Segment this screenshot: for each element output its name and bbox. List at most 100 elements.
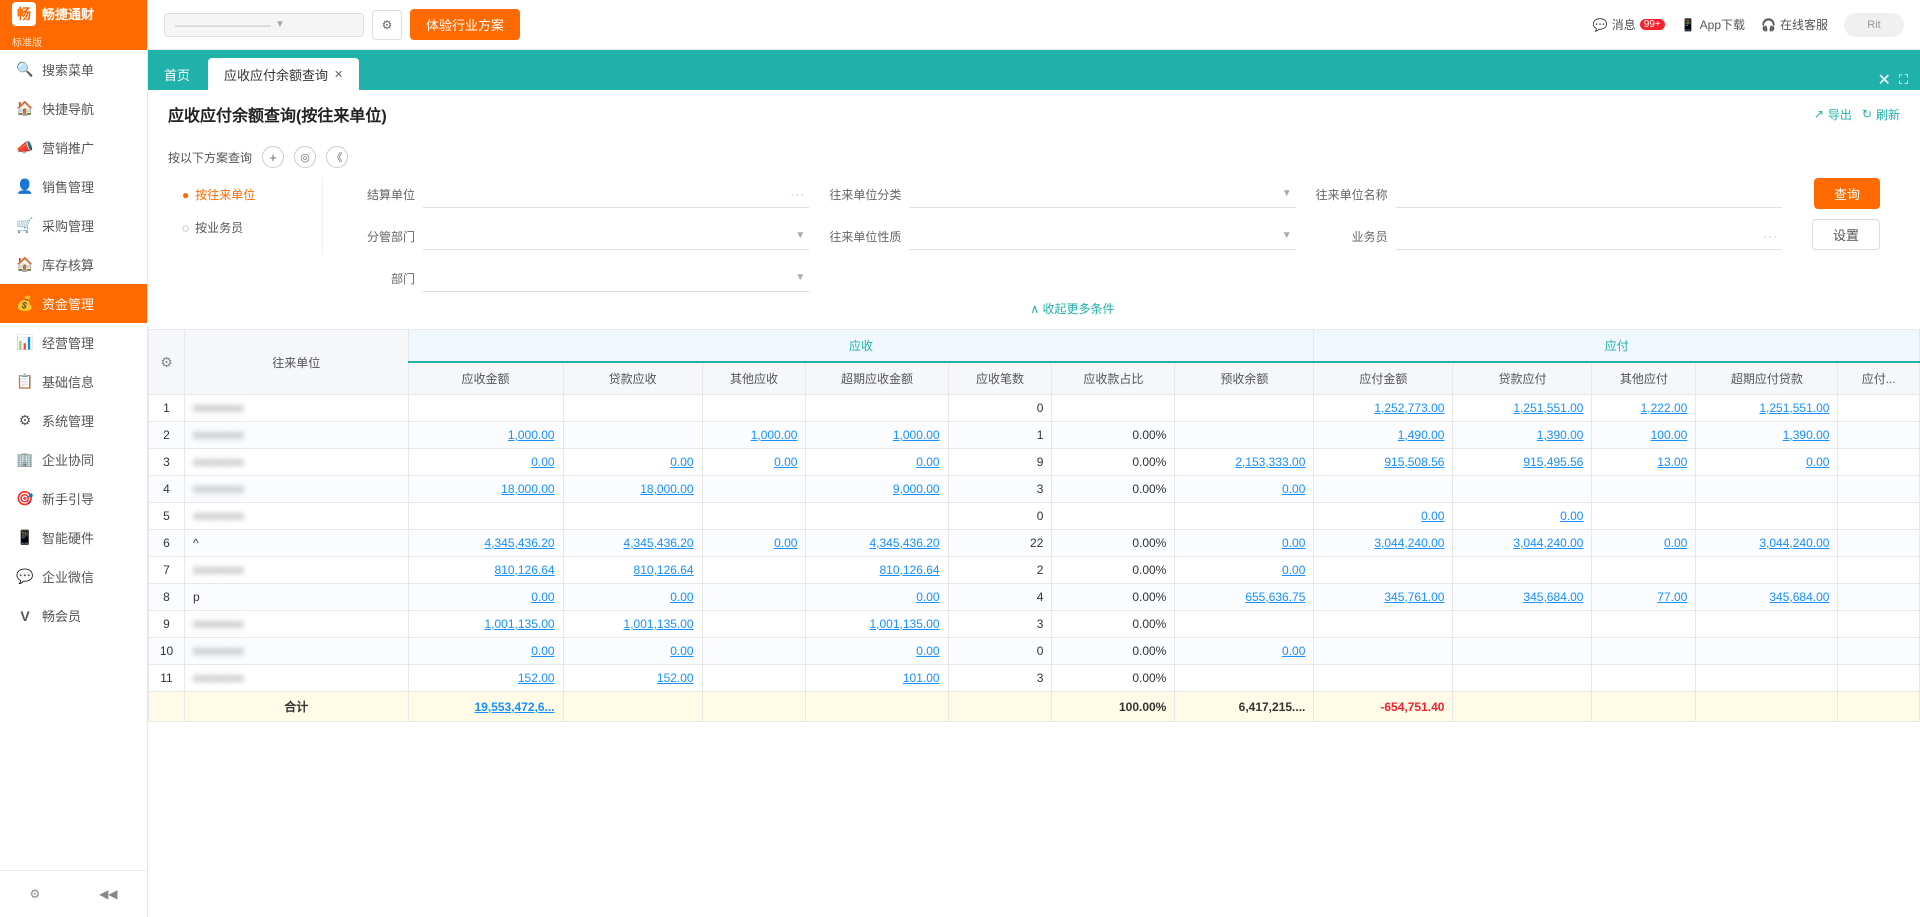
sidebar-item-capital[interactable]: 💰 资金管理 [0,284,147,323]
salesperson-label: 业务员 [1316,228,1396,245]
member-icon: V [16,608,34,624]
sidebar-item-wechat[interactable]: 💬 企业微信 [0,557,147,596]
chevron-down-icon: ▼ [1282,188,1292,199]
chevron-down-icon4: ▼ [795,272,805,283]
top-nav-left: ———————— ▼ ⚙ 体验行业方案 [164,9,1583,40]
add-scheme-button[interactable]: + [262,146,284,168]
export-button[interactable]: ↗ 导出 [1814,106,1852,123]
settings-col-header: ⚙ [149,330,185,395]
collapse-bar[interactable]: ∧ 收起更多条件 [343,294,1802,325]
table-group-header-row: ⚙ 往来单位 应收 应付 [149,330,1920,363]
nav-by-partner[interactable]: ● 按往来单位 [168,178,322,211]
total-prepay: 6,417,215.... [1175,692,1314,722]
sidebar-item-member[interactable]: V 畅会员 [0,596,147,635]
nav-by-partner-label: 按往来单位 [195,186,255,203]
top-navbar: ———————— ▼ ⚙ 体验行业方案 💬 消息 99+ 📱 App下载 🎧 [148,0,1920,50]
sidebar-item-system[interactable]: ⚙ 系统管理 [0,401,147,440]
partner-col-header: 往来单位 [185,330,409,395]
sidebar-label-operation: 经营管理 [42,333,94,352]
tab-query-label: 应收应付余额查询 [224,65,328,84]
filter-partner-name: 往来单位名称 [1316,178,1802,210]
tab-home[interactable]: 首页 [148,58,206,90]
collapse-icon: ◀◀ [99,887,117,901]
page-title: 应收应付余额查询(按往来单位) [168,102,387,126]
collapse-scheme-button[interactable]: 《 [326,146,348,168]
filter-scheme-row: 按以下方案查询 + ◎ 《 [168,146,1900,168]
tab-expand-icon[interactable]: ⛶ [1899,72,1908,88]
sidebar-item-purchase[interactable]: 🛒 采购管理 [0,206,147,245]
filter-dept: 部门 ▼ [343,262,829,294]
sidebar-item-inventory[interactable]: 🏠 库存核算 [0,245,147,284]
online-service-action[interactable]: 🎧 在线客服 [1761,16,1828,33]
sidebar-label-inventory: 库存核算 [42,255,94,274]
prepay-balance-header: 预收余额 [1175,362,1314,395]
tab-query[interactable]: 应收应付余额查询 ✕ [208,58,359,90]
partner-nature-input[interactable]: ▼ [909,222,1295,250]
sidebar-item-operation[interactable]: 📊 经营管理 [0,323,147,362]
basic-icon: 📋 [16,373,34,390]
nav-by-salesperson[interactable]: ◌ 按业务员 [168,211,322,244]
app-edition: 标准版 [12,34,42,49]
total-pay-amount: -654,751.40 [1314,692,1453,722]
nav-by-salesperson-label: 按业务员 [195,219,243,236]
app-name: 畅捷通财 [42,4,94,23]
partner-name-input[interactable] [1396,180,1782,208]
sidebar-item-search[interactable]: 🔍 搜索菜单 [0,50,147,89]
sidebar-label-system: 系统管理 [42,411,94,430]
total-label: 合计 [185,692,409,722]
chevron-down-icon3: ▼ [1282,230,1292,241]
download-icon: 📱 [1681,18,1696,32]
edit-scheme-button[interactable]: ◎ [294,146,316,168]
total-rec-amount: 19,553,472,6... [408,692,563,722]
solution-button[interactable]: 体验行业方案 [410,9,520,40]
receivable-group-header: 应收 [408,330,1314,363]
branch-dept-input[interactable]: ▼ [423,222,809,250]
sidebar-item-sales[interactable]: 👤 销售管理 [0,167,147,206]
breadcrumb-area: ———————— ▼ [164,13,364,37]
table-wrapper: ⚙ 往来单位 应收 应付 应收金额 贷款应收 其他应收 超期应收金额 [148,329,1920,722]
total-rec-count [948,692,1052,722]
set-button[interactable]: 设置 [1812,219,1880,250]
table-settings-icon[interactable]: ⚙ [160,354,173,370]
partner-nature-label: 往来单位性质 [829,228,909,245]
rec-overdue-header: 超期应收金额 [806,362,948,395]
salesperson-input[interactable]: ··· [1396,222,1782,250]
settings-bottom-icon: ⚙ [29,887,40,901]
partner-category-input[interactable]: ▼ [909,180,1295,208]
tab-close-window-icon[interactable]: ✕ [1877,70,1890,90]
sidebar-item-hardware[interactable]: 📱 智能硬件 [0,518,147,557]
sidebar-settings-btn[interactable]: ⚙ [13,879,56,909]
sidebar-item-enterprise[interactable]: 🏢 企业协同 [0,440,147,479]
sidebar-item-guide[interactable]: 🎯 新手引导 [0,479,147,518]
refresh-button[interactable]: ↻ 刷新 [1862,106,1900,123]
branch-dept-label: 分管部门 [343,228,423,245]
sidebar-item-marketing[interactable]: 📣 营销推广 [0,128,147,167]
dept-input[interactable]: ▼ [423,264,809,292]
query-button[interactable]: 查询 [1814,178,1880,209]
sidebar-label-wechat: 企业微信 [42,567,94,586]
payable-group-header: 应付 [1314,330,1920,363]
sidebar-collapse-btn[interactable]: ◀◀ [83,879,133,909]
dots-icon: ··· [790,187,805,201]
filter-settlement-unit: 结算单位 ··· [343,178,829,210]
app-download-label: App下载 [1700,16,1745,33]
partner-category-label: 往来单位分类 [829,186,909,203]
message-label: 消息 [1612,16,1636,33]
table-footer: 合计 19,553,472,6... 100.00% 6,417,215....… [149,692,1920,722]
system-icon: ⚙ [16,412,34,429]
message-action[interactable]: 💬 消息 99+ [1593,16,1665,33]
app-download-action[interactable]: 📱 App下载 [1681,16,1745,33]
pay-loan-header: 贷款应付 [1453,362,1592,395]
sidebar-item-basic[interactable]: 📋 基础信息 [0,362,147,401]
settlement-unit-input[interactable]: ··· [423,180,809,208]
sidebar-label-quicknav: 快捷导航 [42,99,94,118]
sidebar-item-quicknav[interactable]: 🏠 快捷导航 [0,89,147,128]
page-header: 应收应付余额查询(按往来单位) ↗ 导出 ↻ 刷新 [148,90,1920,136]
inventory-icon: 🏠 [16,256,34,273]
table-row: 6^4,345,436.204,345,436.200.004,345,436.… [149,530,1920,557]
user-avatar[interactable]: Rit [1844,13,1904,37]
tab-close-icon[interactable]: ✕ [334,68,343,81]
gear-button[interactable]: ⚙ [372,10,402,40]
rec-loan-header: 贷款应收 [563,362,702,395]
user-name: Rit [1867,19,1880,31]
